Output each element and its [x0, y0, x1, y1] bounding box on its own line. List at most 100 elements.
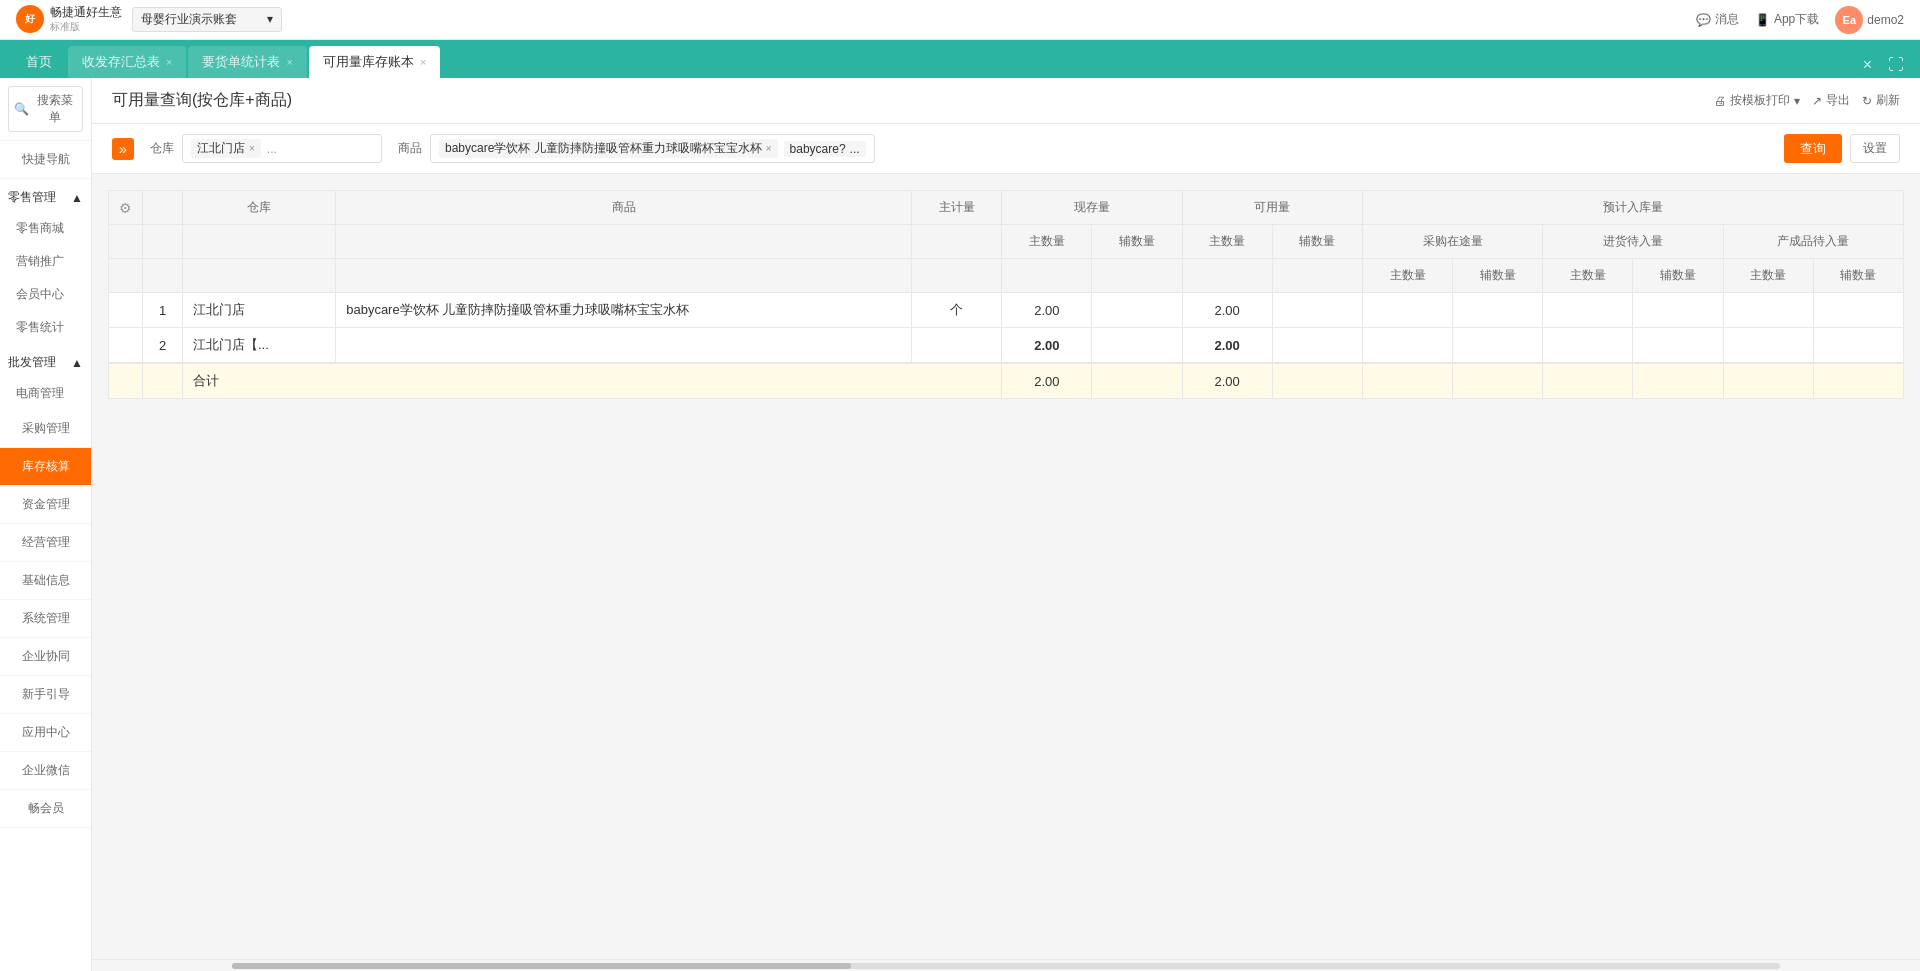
logo-text-block: 畅捷通好生意 标准版	[50, 5, 122, 33]
product-tag2-text: babycare?	[790, 142, 846, 156]
footer-label: 合计	[183, 363, 1002, 399]
sidebar-section-retail[interactable]: 零售管理 ▲	[0, 179, 91, 212]
sidebar-item-quick-nav[interactable]: 快捷导航	[0, 141, 91, 179]
sidebar-item-system[interactable]: 系统管理	[0, 600, 91, 638]
product-tag2: babycare? ...	[784, 141, 866, 157]
tab-receive-close[interactable]: ×	[166, 56, 172, 68]
product-filter-group: 商品 babycare学饮杯 儿童防摔防撞吸管杯重力球吸嘴杯宝宝水杯 × bab…	[398, 134, 875, 163]
tab-order-close[interactable]: ×	[286, 56, 292, 68]
th-settings: ⚙	[109, 191, 143, 225]
th-leaf-available-main2	[1182, 259, 1272, 293]
search-icon: 🔍	[14, 102, 29, 116]
row1-available-main: 2.00	[1182, 293, 1272, 328]
sidebar-item-finance[interactable]: 资金管理	[0, 486, 91, 524]
chevron-icon-retail: ▲	[71, 191, 83, 205]
sidebar-item-enterprise[interactable]: 企业协同	[0, 638, 91, 676]
sidebar-item-purchase[interactable]: 采购管理	[0, 410, 91, 448]
bottom-scrollbar[interactable]	[92, 959, 1920, 971]
refresh-btn[interactable]: ↻ 刷新	[1862, 92, 1900, 109]
refresh-icon: ↻	[1862, 94, 1872, 108]
row1-incoming-aux	[1633, 293, 1723, 328]
expand-icon: »	[119, 141, 127, 157]
sidebar-item-newbie[interactable]: 新手引导	[0, 676, 91, 714]
row1-product-main	[1723, 293, 1813, 328]
filter-expand-btn[interactable]: »	[112, 138, 134, 160]
sidebar-item-operations[interactable]: 经营管理	[0, 524, 91, 562]
th-sub-available-main: 主数量	[1182, 225, 1272, 259]
search-menu-label: 搜索菜单	[33, 92, 77, 126]
row2-purchase-main	[1362, 328, 1452, 364]
available-tab-label: 可用量库存账本	[323, 53, 414, 71]
th-leaf-stock-aux2	[1092, 259, 1182, 293]
app-download-btn[interactable]: 📱 App下载	[1755, 11, 1819, 28]
table-row: 2 江北门店【... 2.00 2.00	[109, 328, 1904, 364]
print-btn[interactable]: 🖨 按模板打印 ▾	[1714, 92, 1800, 109]
top-bar: 好 畅捷通好生意 标准版 母婴行业演示账套 ▾ 💬 消息 📱 App下载 Ea …	[0, 0, 1920, 40]
footer-available-aux	[1272, 363, 1362, 399]
sidebar: 🔍 搜索菜单 快捷导航 零售管理 ▲ 零售商城 营销推广 会员中心 零售统计 批…	[0, 78, 92, 971]
product-tag1-close[interactable]: ×	[766, 143, 772, 154]
tab-home[interactable]: 首页	[12, 46, 66, 78]
th-sub-purchase-group: 采购在途量	[1362, 225, 1542, 259]
row1-stock-aux	[1092, 293, 1182, 328]
sidebar-item-retail-mall[interactable]: 零售商城	[0, 212, 91, 245]
th-leaf-product-aux: 辅数量	[1813, 259, 1903, 293]
sidebar-item-marketing[interactable]: 营销推广	[0, 245, 91, 278]
settings-btn[interactable]: 设置	[1850, 134, 1900, 163]
tab-order[interactable]: 要货单统计表 ×	[188, 46, 306, 78]
th-available-group: 可用量	[1182, 191, 1362, 225]
sidebar-item-member-center[interactable]: 会员中心	[0, 278, 91, 311]
footer-settings	[109, 363, 143, 399]
row1-purchase-aux	[1453, 293, 1543, 328]
sidebar-item-basic[interactable]: 基础信息	[0, 562, 91, 600]
footer-available-main: 2.00	[1182, 363, 1272, 399]
sidebar-item-app-center[interactable]: 应用中心	[0, 714, 91, 752]
footer-product-main	[1723, 363, 1813, 399]
refresh-label: 刷新	[1876, 92, 1900, 109]
sidebar-item-enterprise-wechat[interactable]: 企业微信	[0, 752, 91, 790]
industry-selector[interactable]: 母婴行业演示账套 ▾	[132, 7, 282, 32]
th-sub-stock-aux: 辅数量	[1092, 225, 1182, 259]
th-leaf-product	[336, 259, 912, 293]
sidebar-item-retail-stats[interactable]: 零售统计	[0, 311, 91, 344]
warehouse-filter-input[interactable]: 江北门店 × ...	[182, 134, 382, 163]
warehouse-more-btn[interactable]: ...	[267, 142, 277, 156]
message-label: 消息	[1715, 11, 1739, 28]
top-bar-left: 好 畅捷通好生意 标准版 母婴行业演示账套 ▾	[16, 5, 282, 33]
page-title: 可用量查询(按仓库+商品)	[112, 90, 292, 111]
export-btn[interactable]: ↗ 导出	[1812, 92, 1850, 109]
gear-icon[interactable]: ⚙	[119, 200, 132, 216]
sidebar-section-wholesale[interactable]: 批发管理 ▲	[0, 344, 91, 377]
th-sub-incoming-group: 进货待入量	[1543, 225, 1723, 259]
warehouse-tag-close[interactable]: ×	[249, 143, 255, 154]
close-all-btn[interactable]: ×	[1859, 52, 1876, 78]
scrollbar-track[interactable]	[232, 963, 1780, 969]
phone-icon: 📱	[1755, 13, 1770, 27]
row2-product-aux	[1813, 328, 1903, 364]
maximize-btn[interactable]: ⛶	[1884, 52, 1908, 78]
row1-available-aux	[1272, 293, 1362, 328]
warehouse-filter-label: 仓库	[150, 140, 174, 157]
scrollbar-thumb[interactable]	[232, 963, 851, 969]
receive-tab-label: 收发存汇总表	[82, 53, 160, 71]
tab-receive[interactable]: 收发存汇总表 ×	[68, 46, 186, 78]
search-menu-btn[interactable]: 🔍 搜索菜单	[8, 86, 83, 132]
footer-incoming-aux	[1633, 363, 1723, 399]
row1-purchase-main	[1362, 293, 1452, 328]
sidebar-item-inventory[interactable]: 库存核算	[0, 448, 91, 486]
user-profile[interactable]: Ea demo2	[1835, 6, 1904, 34]
sidebar-item-ecommerce[interactable]: 电商管理	[0, 377, 91, 410]
row2-stock-main: 2.00	[1002, 328, 1092, 364]
print-dropdown-icon: ▾	[1794, 94, 1800, 108]
th-warehouse: 仓库	[183, 191, 336, 225]
footer-stock-main: 2.00	[1002, 363, 1092, 399]
query-btn[interactable]: 查询	[1784, 134, 1842, 163]
sidebar-item-member[interactable]: 畅会员	[0, 790, 91, 828]
message-btn[interactable]: 💬 消息	[1696, 11, 1739, 28]
th-leaf-num	[143, 259, 183, 293]
print-label: 按模板打印	[1730, 92, 1790, 109]
tab-available-close[interactable]: ×	[420, 56, 426, 68]
tab-available[interactable]: 可用量库存账本 ×	[309, 46, 440, 78]
th-num	[143, 191, 183, 225]
product-filter-input[interactable]: babycare学饮杯 儿童防摔防撞吸管杯重力球吸嘴杯宝宝水杯 × babyca…	[430, 134, 875, 163]
